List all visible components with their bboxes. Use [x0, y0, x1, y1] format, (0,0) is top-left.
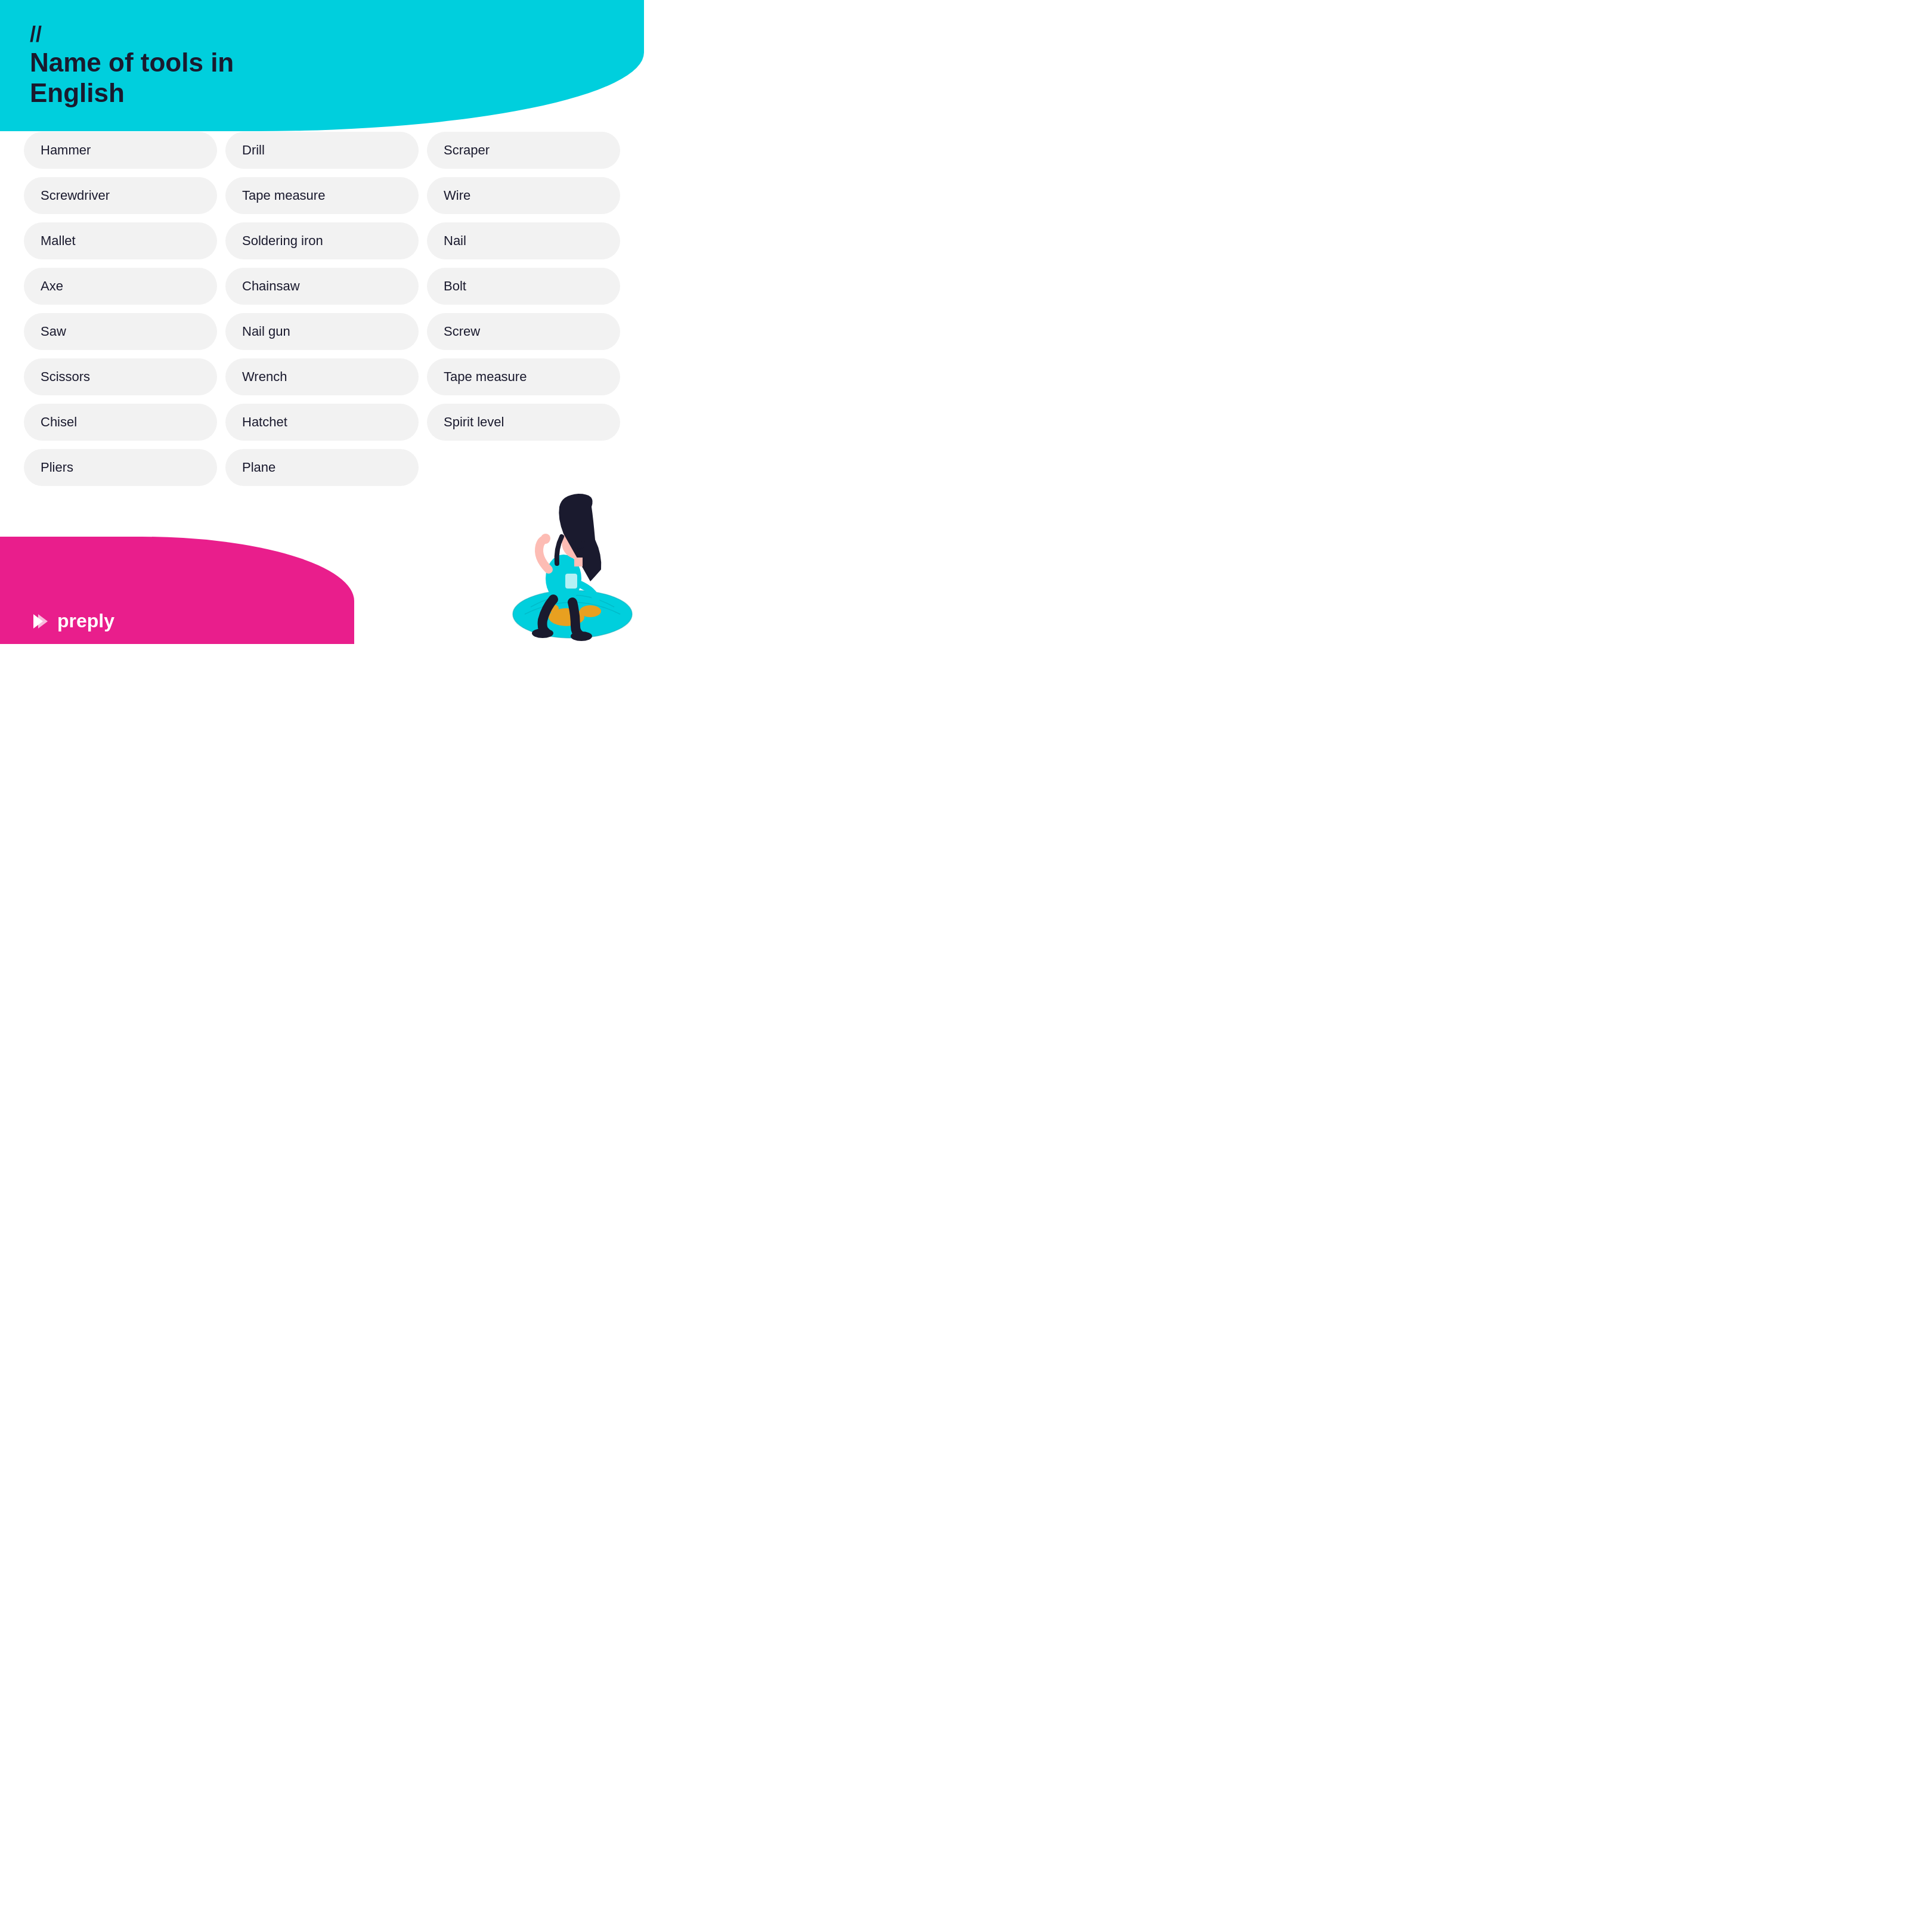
tool-item: Spirit level [427, 404, 620, 441]
tool-item: Tape measure [225, 177, 419, 214]
page-title: Name of tools in English [30, 48, 614, 108]
svg-point-12 [541, 534, 550, 543]
svg-point-5 [580, 605, 601, 617]
pen-icon: // [30, 24, 614, 45]
tools-grid-container: HammerDrillScraperScrewdriverTape measur… [0, 120, 644, 492]
tool-item: Nail [427, 222, 620, 259]
tool-item: Hatchet [225, 404, 419, 441]
footer: preply [30, 610, 114, 632]
svg-point-15 [571, 631, 592, 641]
title-line2: English [30, 78, 125, 107]
tool-item: Plane [225, 449, 419, 486]
tools-grid: HammerDrillScraperScrewdriverTape measur… [24, 132, 620, 486]
tool-item: Bolt [427, 268, 620, 305]
title-line1: Name of tools in [30, 48, 234, 77]
character-svg [453, 441, 644, 644]
header: // Name of tools in English [0, 0, 644, 120]
character-illustration [453, 441, 644, 644]
svg-point-14 [532, 628, 553, 638]
tool-item: Saw [24, 313, 217, 350]
tool-item: Drill [225, 132, 419, 169]
tool-item: Nail gun [225, 313, 419, 350]
svg-point-9 [572, 540, 576, 543]
tool-item: Hammer [24, 132, 217, 169]
svg-marker-1 [38, 614, 48, 628]
svg-point-10 [581, 540, 585, 543]
tool-item: Soldering iron [225, 222, 419, 259]
tool-item: Wire [427, 177, 620, 214]
tool-item: Axe [24, 268, 217, 305]
brand-name: preply [57, 610, 114, 632]
tool-item: Chisel [24, 404, 217, 441]
tool-item: Wrench [225, 358, 419, 395]
preply-icon [30, 611, 51, 632]
tool-item: Scraper [427, 132, 620, 169]
tool-item: Mallet [24, 222, 217, 259]
svg-rect-11 [574, 558, 583, 566]
tool-item: Screw [427, 313, 620, 350]
tool-item: Tape measure [427, 358, 620, 395]
tool-item: Screwdriver [24, 177, 217, 214]
tool-item: Scissors [24, 358, 217, 395]
preply-logo: preply [30, 610, 114, 632]
svg-rect-13 [565, 574, 577, 589]
tool-item: Chainsaw [225, 268, 419, 305]
tool-item: Pliers [24, 449, 217, 486]
